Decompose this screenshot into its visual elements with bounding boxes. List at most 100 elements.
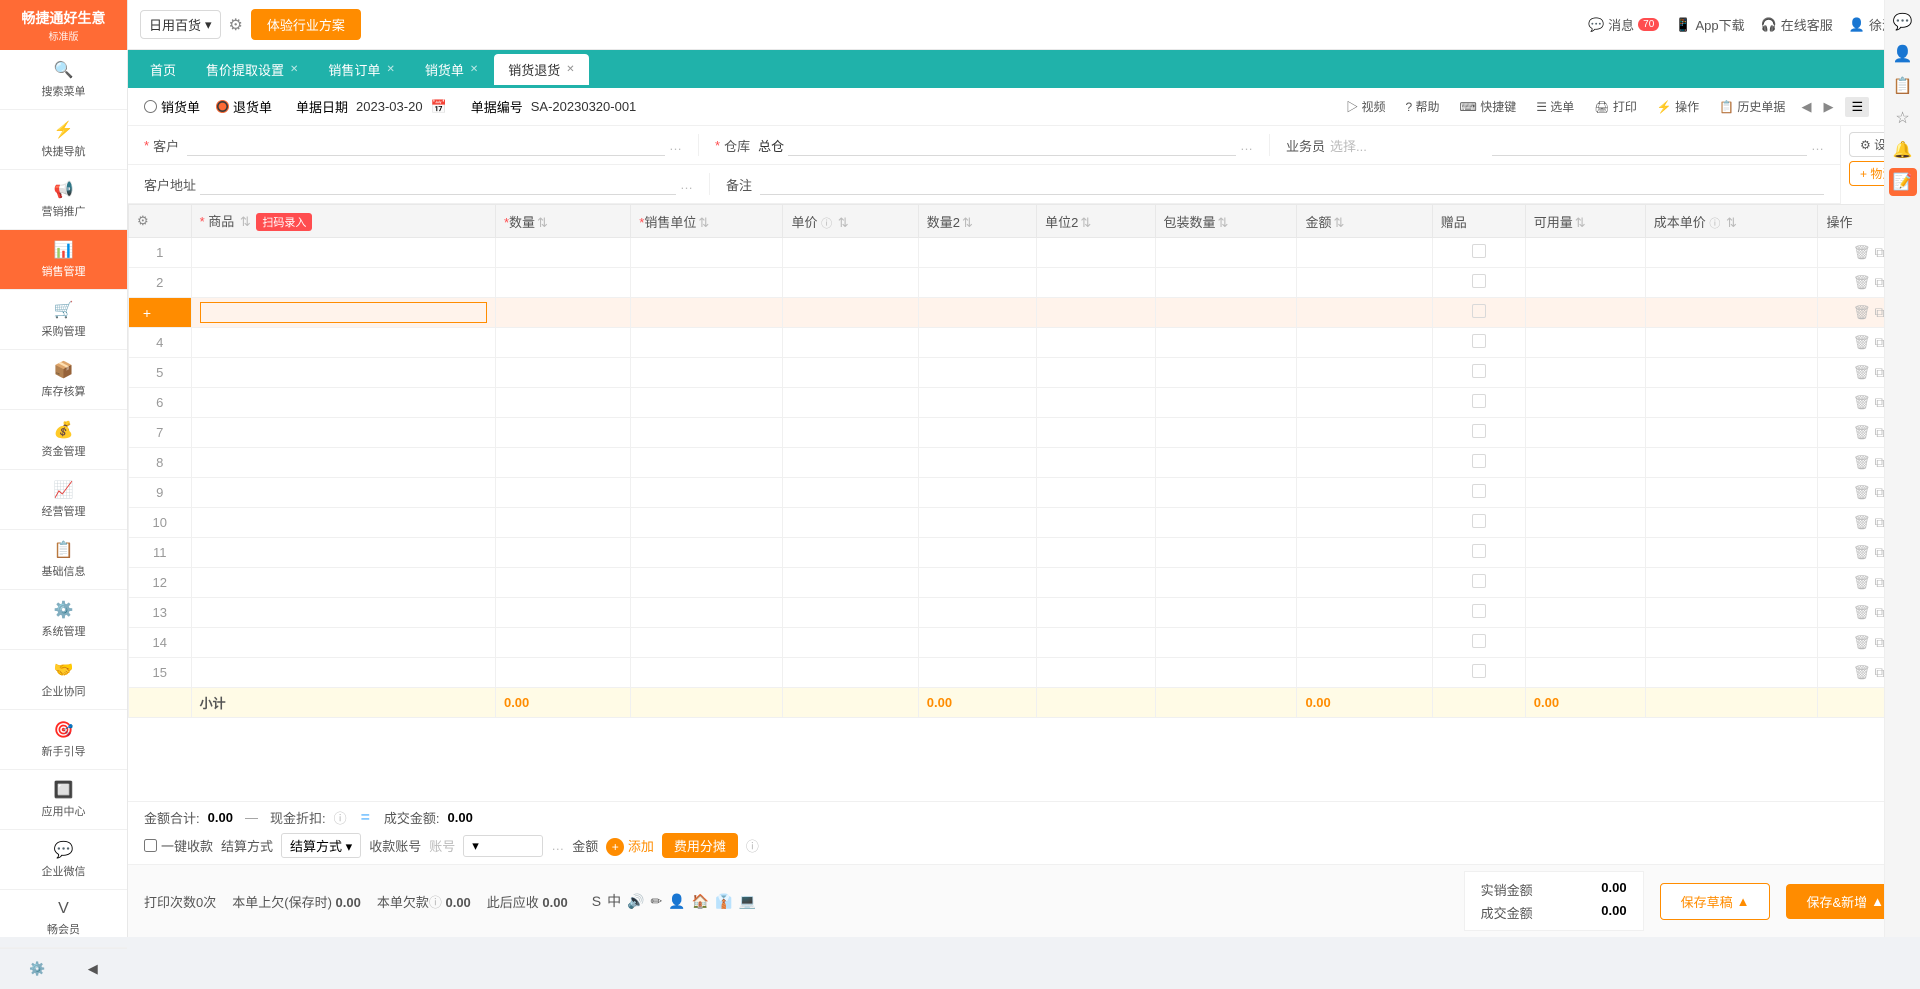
available-cell[interactable] — [1525, 598, 1645, 628]
available-cell[interactable] — [1525, 358, 1645, 388]
delete-row-btn[interactable]: 🗑 — [1853, 364, 1871, 381]
sidebar-item-operations-mgmt[interactable]: 📈经营管理 — [0, 470, 127, 530]
bottom-icon-7[interactable]: 👔 — [715, 893, 732, 910]
delete-row-btn[interactable]: 🗑 — [1853, 424, 1871, 441]
gift-checkbox[interactable] — [1472, 334, 1486, 348]
sales-unit-cell[interactable] — [631, 568, 783, 598]
delete-row-btn[interactable]: 🗑 — [1853, 454, 1871, 471]
amount-cell[interactable] — [1297, 598, 1432, 628]
gift-checkbox[interactable] — [1472, 574, 1486, 588]
available-cell[interactable] — [1525, 448, 1645, 478]
cost-price-cell[interactable] — [1645, 388, 1818, 418]
available-cell[interactable] — [1525, 478, 1645, 508]
unit-price-cell[interactable] — [783, 628, 918, 658]
sales-unit-cell[interactable] — [631, 508, 783, 538]
amount-cell[interactable] — [1297, 628, 1432, 658]
float-person-btn[interactable]: 👤 — [1889, 40, 1917, 68]
pack-qty-cell[interactable] — [1155, 628, 1297, 658]
gift-cell[interactable] — [1432, 598, 1525, 628]
expense-split-btn[interactable]: 费用分摊 — [662, 833, 738, 858]
cost-price-cell[interactable] — [1645, 658, 1818, 688]
product-cell[interactable] — [191, 478, 495, 508]
calendar-icon[interactable]: 📅 — [431, 99, 447, 115]
unit-price-cell[interactable] — [783, 358, 918, 388]
amount-cell[interactable] — [1297, 568, 1432, 598]
unit2-cell[interactable] — [1037, 478, 1155, 508]
product-cell[interactable] — [191, 418, 495, 448]
gear-icon[interactable]: ⚙ — [229, 15, 243, 35]
radio-sales-input[interactable] — [144, 100, 157, 113]
amount-sort-icon[interactable]: ⇅ — [1333, 215, 1344, 230]
sidebar-item-basic-info[interactable]: 📋基础信息 — [0, 530, 127, 590]
product-cell[interactable] — [191, 448, 495, 478]
unit2-cell[interactable] — [1037, 358, 1155, 388]
available-cell[interactable] — [1525, 298, 1645, 328]
select-doc-btn[interactable]: ☰ 选单 — [1532, 96, 1578, 117]
gift-cell[interactable] — [1432, 328, 1525, 358]
unit2-cell[interactable] — [1037, 328, 1155, 358]
gift-cell[interactable] — [1432, 658, 1525, 688]
gift-cell[interactable] — [1432, 238, 1525, 268]
unit-price-cell[interactable] — [783, 478, 918, 508]
pack-qty-cell[interactable] — [1155, 508, 1297, 538]
sales-unit-cell[interactable] — [631, 268, 783, 298]
qty-cell[interactable] — [495, 358, 630, 388]
qty2-cell[interactable] — [918, 628, 1036, 658]
gift-cell[interactable] — [1432, 418, 1525, 448]
cost-price-cell[interactable] — [1645, 568, 1818, 598]
sales-unit-cell[interactable] — [631, 298, 783, 328]
qty-cell[interactable] — [495, 478, 630, 508]
gift-cell[interactable] — [1432, 388, 1525, 418]
pack-qty-cell[interactable] — [1155, 268, 1297, 298]
add-payment-btn[interactable]: + 添加 — [606, 836, 654, 856]
available-cell[interactable] — [1525, 658, 1645, 688]
product-cell[interactable] — [191, 388, 495, 418]
gift-checkbox[interactable] — [1472, 244, 1486, 258]
cost-price-cell[interactable] — [1645, 598, 1818, 628]
qty2-cell[interactable] — [918, 478, 1036, 508]
sidebar-item-enterprise-wechat[interactable]: 💬企业微信 — [0, 830, 127, 890]
industry-select[interactable]: 日用百货 ▾ — [140, 10, 221, 39]
unit2-sort-icon[interactable]: ⇅ — [1080, 215, 1091, 230]
tab-close-sales-deliver[interactable]: ✕ — [470, 64, 478, 75]
account-select[interactable]: ▾ — [463, 835, 543, 857]
unit-price-cell[interactable] — [783, 328, 918, 358]
pack-qty-cell[interactable] — [1155, 538, 1297, 568]
unit-price-cell[interactable] — [783, 298, 918, 328]
sidebar-item-marketing[interactable]: 📢营销推广 — [0, 170, 127, 230]
pack-qty-cell[interactable] — [1155, 478, 1297, 508]
delete-row-btn[interactable]: 🗑 — [1853, 604, 1871, 621]
product-cell[interactable] — [191, 658, 495, 688]
unit-price-cell[interactable] — [783, 658, 918, 688]
float-chat-btn[interactable]: 💬 — [1889, 8, 1917, 36]
cost-price-cell[interactable] — [1645, 328, 1818, 358]
one-click-pay-input[interactable] — [144, 839, 157, 852]
pack-qty-cell[interactable] — [1155, 568, 1297, 598]
salesman-dots-btn[interactable]: … — [1811, 138, 1824, 153]
footer-dots-btn[interactable]: … — [551, 838, 564, 853]
sales-unit-cell[interactable] — [631, 388, 783, 418]
unit-price-cell[interactable] — [783, 418, 918, 448]
gift-checkbox[interactable] — [1472, 304, 1486, 318]
sidebar-item-enterprise-agreement[interactable]: 🤝企业协同 — [0, 650, 127, 710]
unit2-cell[interactable] — [1037, 448, 1155, 478]
qty-cell[interactable] — [495, 328, 630, 358]
date-value[interactable]: 2023-03-20 — [356, 99, 423, 114]
note-input[interactable] — [760, 173, 1824, 195]
sales-unit-cell[interactable] — [631, 448, 783, 478]
pack-qty-cell[interactable] — [1155, 598, 1297, 628]
qty-cell[interactable] — [495, 448, 630, 478]
qty2-cell[interactable] — [918, 268, 1036, 298]
sales-unit-cell[interactable] — [631, 628, 783, 658]
gift-cell[interactable] — [1432, 268, 1525, 298]
gift-cell[interactable] — [1432, 568, 1525, 598]
amount-cell[interactable] — [1297, 448, 1432, 478]
sales-unit-cell[interactable] — [631, 358, 783, 388]
cost-price-cell[interactable] — [1645, 298, 1818, 328]
available-cell[interactable] — [1525, 538, 1645, 568]
unit-price-sort-icon[interactable]: ⇅ — [838, 215, 849, 230]
cost-price-cell[interactable] — [1645, 478, 1818, 508]
print-btn[interactable]: 🖨 打印 — [1590, 96, 1641, 117]
list-view-icon[interactable]: ☰ — [1845, 97, 1869, 117]
radio-sales[interactable]: 销货单 — [144, 97, 200, 116]
